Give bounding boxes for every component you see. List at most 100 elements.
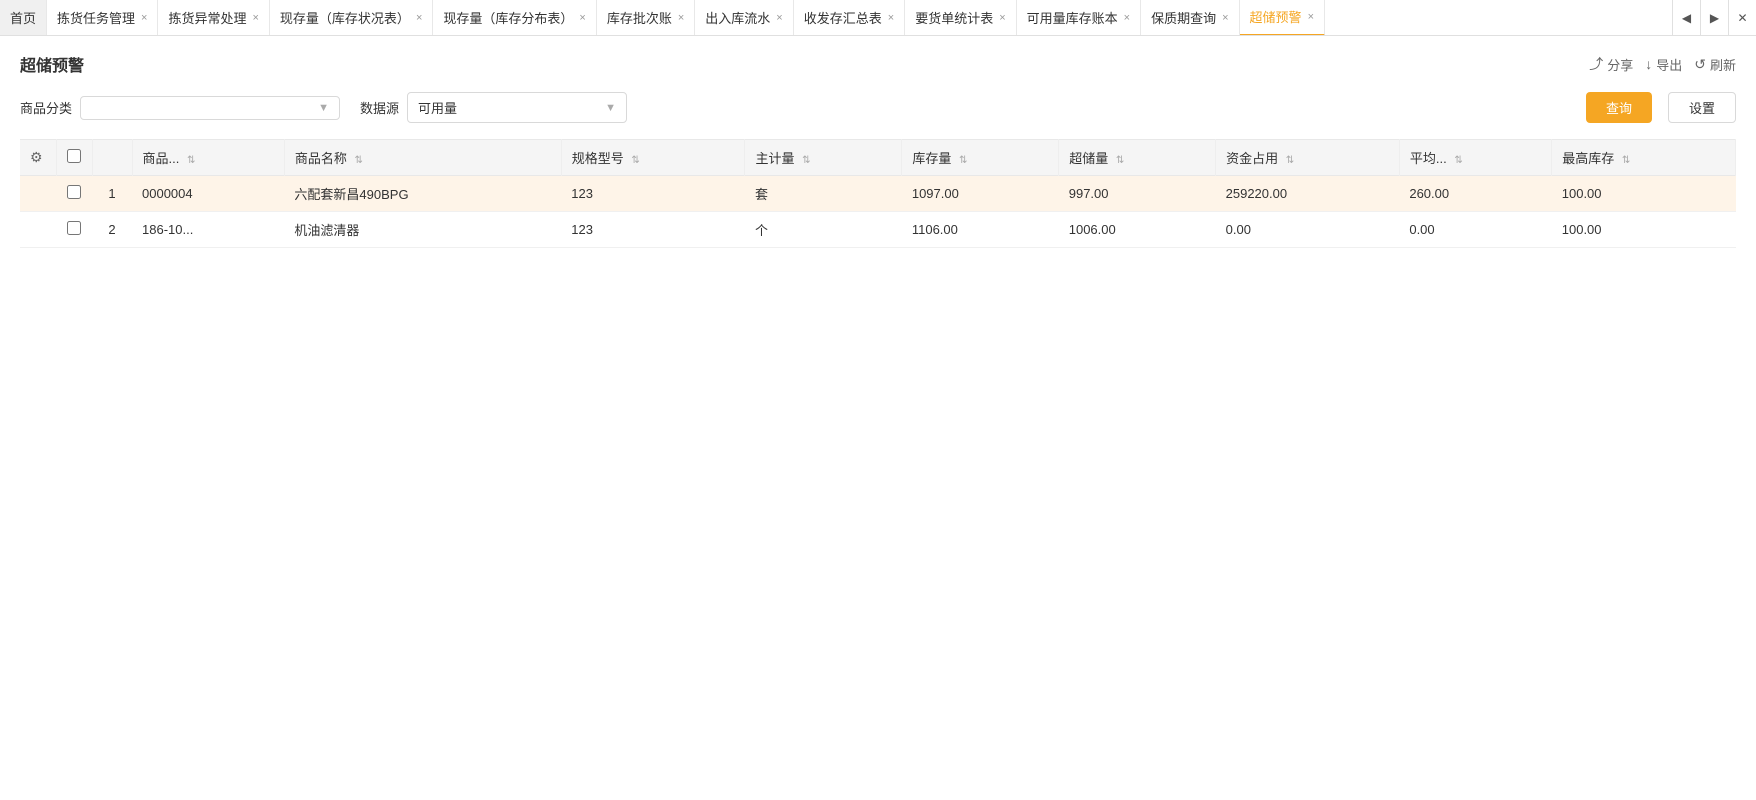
th-product-code[interactable]: 商品... ⇅	[132, 140, 284, 176]
close-icon[interactable]: ×	[141, 12, 147, 24]
td-capital: 259220.00	[1216, 176, 1400, 212]
nav-close-arrow[interactable]: ✕	[1728, 0, 1756, 36]
nav-tab-batch-account[interactable]: 库存批次账 ×	[597, 0, 695, 36]
td-checkbox[interactable]	[56, 212, 92, 248]
nav-left-arrow[interactable]: ◀	[1672, 0, 1700, 36]
export-button[interactable]: ↓ 导出	[1645, 55, 1682, 74]
nav-tab-home[interactable]: 首页	[0, 0, 47, 36]
td-unit: 个	[745, 212, 902, 248]
category-label: 商品分类	[20, 98, 72, 117]
sort-icon: ⇅	[631, 155, 639, 166]
td-overstock-qty: 1006.00	[1059, 212, 1216, 248]
th-unit[interactable]: 主计量 ⇅	[745, 140, 902, 176]
nav-tab-order-stats[interactable]: 要货单统计表 ×	[905, 0, 1016, 36]
close-icon[interactable]: ×	[1308, 11, 1314, 23]
td-max-stock: 100.00	[1552, 212, 1736, 248]
filter-row: 商品分类 ▼ 数据源 可用量 ▼ 查询 设置	[20, 92, 1736, 123]
table-body: 1 0000004 六配套新昌490BPG 123 套 1097.00 997.…	[20, 176, 1736, 248]
row-checkbox[interactable]	[67, 221, 81, 235]
category-filter: 商品分类 ▼	[20, 96, 340, 120]
page-header: 超储预警 ⤴ 分享 ↓ 导出 ↺ 刷新	[20, 52, 1736, 76]
td-product-name: 机油滤清器	[284, 212, 561, 248]
nav-tab-overstock-alert[interactable]: 超储预警 ×	[1240, 0, 1325, 36]
nav-tab-quality-check[interactable]: 保质期查询 ×	[1141, 0, 1239, 36]
td-product-code: 186-10...	[132, 212, 284, 248]
th-spec[interactable]: 规格型号 ⇅	[561, 140, 745, 176]
share-button[interactable]: ⤴ 分享	[1589, 54, 1633, 74]
sort-icon: ⇅	[1454, 155, 1462, 166]
sort-icon: ⇅	[959, 155, 967, 166]
td-row-num: 2	[92, 212, 132, 248]
datasource-label: 数据源	[360, 98, 399, 117]
td-spec: 123	[561, 212, 745, 248]
close-icon[interactable]: ×	[999, 12, 1005, 24]
th-stock-qty[interactable]: 库存量 ⇅	[902, 140, 1059, 176]
close-icon[interactable]: ×	[1222, 12, 1228, 24]
close-icon[interactable]: ×	[252, 12, 258, 24]
td-max-stock: 100.00	[1552, 176, 1736, 212]
td-checkbox[interactable]	[56, 176, 92, 212]
sort-icon: ⇅	[355, 155, 363, 166]
td-overstock-qty: 997.00	[1059, 176, 1216, 212]
settings-button[interactable]: 设置	[1668, 92, 1736, 123]
nav-right-arrow[interactable]: ▶	[1700, 0, 1728, 36]
close-icon[interactable]: ×	[416, 12, 422, 24]
nav-tab-task-mgmt[interactable]: 拣货任务管理 ×	[47, 0, 158, 36]
chevron-down-icon: ▼	[318, 102, 329, 114]
chevron-down-icon: ▼	[605, 102, 616, 114]
close-icon[interactable]: ×	[888, 12, 894, 24]
sort-icon: ⇅	[187, 155, 195, 166]
th-gear[interactable]: ⚙	[20, 140, 56, 176]
td-row-num: 1	[92, 176, 132, 212]
th-row-num	[92, 140, 132, 176]
close-icon[interactable]: ×	[678, 12, 684, 24]
sort-icon: ⇅	[1622, 155, 1630, 166]
td-avg-price: 0.00	[1399, 212, 1551, 248]
datasource-select[interactable]: 可用量 ▼	[407, 92, 627, 123]
nav-tab-in-out-flow[interactable]: 出入库流水 ×	[695, 0, 793, 36]
refresh-icon: ↺	[1694, 56, 1706, 73]
td-gear	[20, 212, 56, 248]
top-nav: 首页 拣货任务管理 × 拣货异常处理 × 现存量（库存状况表） × 现存量（库存…	[0, 0, 1756, 36]
nav-tab-abnormal[interactable]: 拣货异常处理 ×	[158, 0, 269, 36]
page-title: 超储预警	[20, 52, 84, 76]
th-overstock-qty[interactable]: 超储量 ⇅	[1059, 140, 1216, 176]
export-icon: ↓	[1645, 56, 1652, 72]
gear-icon[interactable]: ⚙	[30, 149, 43, 165]
close-icon[interactable]: ×	[776, 12, 782, 24]
nav-arrows: ◀ ▶ ✕	[1672, 0, 1756, 36]
data-table: ⚙ 商品... ⇅ 商品名称 ⇅ 规格型号 ⇅	[20, 139, 1736, 248]
nav-tab-receive-summary[interactable]: 收发存汇总表 ×	[794, 0, 905, 36]
th-checkbox[interactable]	[56, 140, 92, 176]
select-all-checkbox[interactable]	[67, 149, 81, 163]
sort-icon: ⇅	[802, 155, 810, 166]
share-icon: ⤴	[1589, 54, 1603, 74]
header-actions: ⤴ 分享 ↓ 导出 ↺ 刷新	[1589, 54, 1736, 74]
query-button[interactable]: 查询	[1586, 92, 1652, 123]
td-unit: 套	[745, 176, 902, 212]
td-spec: 123	[561, 176, 745, 212]
th-product-name[interactable]: 商品名称 ⇅	[284, 140, 561, 176]
td-capital: 0.00	[1216, 212, 1400, 248]
sort-icon: ⇅	[1116, 155, 1124, 166]
td-product-name: 六配套新昌490BPG	[284, 176, 561, 212]
td-stock-qty: 1097.00	[902, 176, 1059, 212]
nav-tab-stock-status[interactable]: 现存量（库存状况表） ×	[270, 0, 433, 36]
td-stock-qty: 1106.00	[902, 212, 1059, 248]
datasource-select-value: 可用量	[418, 98, 457, 117]
th-max-stock[interactable]: 最高库存 ⇅	[1552, 140, 1736, 176]
datasource-filter: 数据源 可用量 ▼	[360, 92, 627, 123]
th-capital[interactable]: 资金占用 ⇅	[1216, 140, 1400, 176]
refresh-button[interactable]: ↺ 刷新	[1694, 55, 1736, 74]
td-product-code: 0000004	[132, 176, 284, 212]
close-icon[interactable]: ×	[1124, 12, 1130, 24]
category-select[interactable]: ▼	[80, 96, 340, 120]
page-content: 超储预警 ⤴ 分享 ↓ 导出 ↺ 刷新 商品分类 ▼ 数据源	[0, 36, 1756, 800]
table-header-row: ⚙ 商品... ⇅ 商品名称 ⇅ 规格型号 ⇅	[20, 140, 1736, 176]
td-avg-price: 260.00	[1399, 176, 1551, 212]
close-icon[interactable]: ×	[579, 12, 585, 24]
nav-tab-available-account[interactable]: 可用量库存账本 ×	[1017, 0, 1141, 36]
nav-tab-stock-dist[interactable]: 现存量（库存分布表） ×	[433, 0, 596, 36]
row-checkbox[interactable]	[67, 185, 81, 199]
th-avg-price[interactable]: 平均... ⇅	[1399, 140, 1551, 176]
